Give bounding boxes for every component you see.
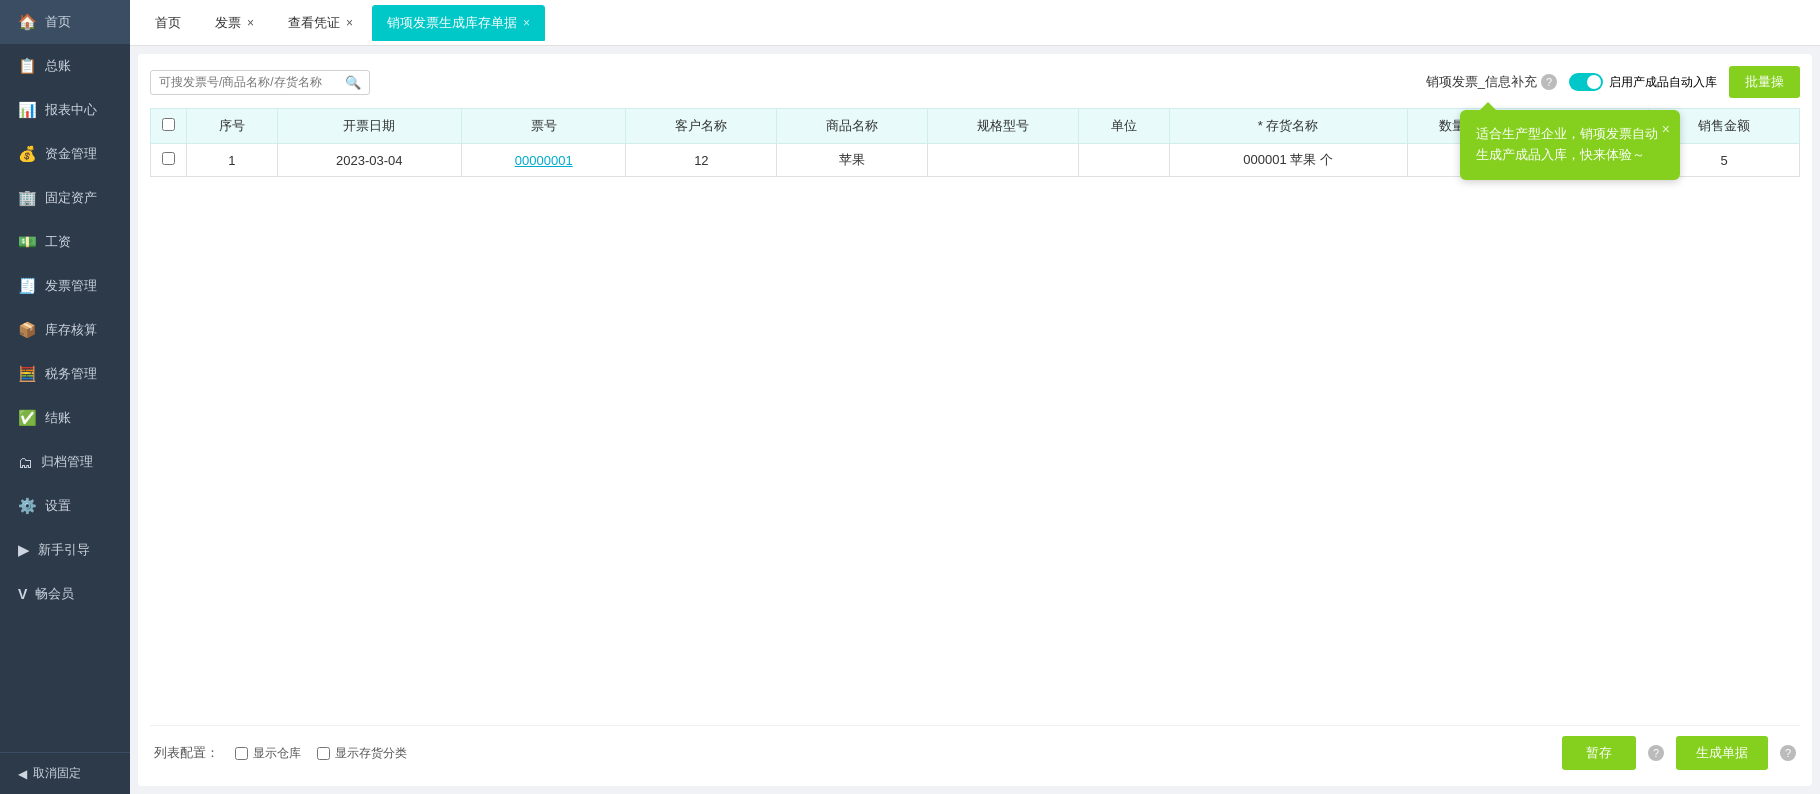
row-inventory[interactable]: 000001 苹果 个 bbox=[1169, 144, 1407, 177]
sidebar-item-fixed-assets[interactable]: 🏢 固定资产 bbox=[0, 176, 130, 220]
row-spec bbox=[928, 144, 1079, 177]
toggle-wrap: 启用产成品自动入库 bbox=[1569, 73, 1717, 91]
bottom-bar: 列表配置： 显示仓库 显示存货分类 暂存 ? 生成单据 ? bbox=[150, 725, 1800, 774]
home-icon: 🏠 bbox=[18, 13, 37, 31]
member-icon: V bbox=[18, 586, 27, 602]
table-wrap: 序号 开票日期 票号 客户名称 商品名称 规格型号 单位 * 存货名称 数量 销… bbox=[150, 108, 1800, 717]
tab-home[interactable]: 首页 bbox=[140, 5, 196, 41]
row-checkbox-cell bbox=[151, 144, 187, 177]
header-unit: 单位 bbox=[1079, 109, 1170, 144]
row-date: 2023-03-04 bbox=[277, 144, 462, 177]
sidebar-bottom: ◀ 取消固定 bbox=[0, 752, 130, 794]
toolbar: 🔍 销项发票_信息补充 ? 启用产成品自动入库 批量操 bbox=[150, 66, 1800, 98]
archive-icon: 🗂 bbox=[18, 454, 33, 471]
fixed-assets-icon: 🏢 bbox=[18, 189, 37, 207]
cancel-fixed-button[interactable]: ◀ 取消固定 bbox=[0, 753, 130, 794]
generate-help-icon[interactable]: ? bbox=[1780, 745, 1796, 761]
cancel-fixed-icon: ◀ bbox=[18, 767, 27, 781]
sidebar-item-home[interactable]: 🏠 首页 bbox=[0, 0, 130, 44]
tab-generate-inventory[interactable]: 销项发票生成库存单据 × bbox=[372, 5, 545, 41]
search-icon: 🔍 bbox=[345, 75, 361, 90]
tab-invoice-close[interactable]: × bbox=[247, 16, 254, 30]
sidebar-item-archive[interactable]: 🗂 归档管理 bbox=[0, 440, 130, 484]
reports-icon: 📊 bbox=[18, 101, 37, 119]
header-date: 开票日期 bbox=[277, 109, 462, 144]
tooltip-close-icon[interactable]: × bbox=[1662, 118, 1670, 140]
header-spec: 规格型号 bbox=[928, 109, 1079, 144]
guide-icon: ▶ bbox=[18, 541, 30, 559]
bottom-actions: 暂存 ? 生成单据 ? bbox=[1562, 736, 1796, 770]
search-input[interactable] bbox=[159, 75, 345, 89]
show-warehouse-check[interactable]: 显示仓库 bbox=[235, 745, 301, 762]
save-button[interactable]: 暂存 bbox=[1562, 736, 1636, 770]
sidebar-item-guide[interactable]: ▶ 新手引导 bbox=[0, 528, 130, 572]
payroll-icon: 💵 bbox=[18, 233, 37, 251]
tab-voucher-close[interactable]: × bbox=[346, 16, 353, 30]
tab-bar: 首页 发票 × 查看凭证 × 销项发票生成库存单据 × bbox=[130, 0, 1820, 46]
info-label: 销项发票_信息补充 ? bbox=[1426, 73, 1557, 91]
sidebar-item-member[interactable]: V 畅会员 bbox=[0, 572, 130, 616]
sidebar-item-reports[interactable]: 📊 报表中心 bbox=[0, 88, 130, 132]
inventory-icon: 📦 bbox=[18, 321, 37, 339]
tooltip-popup: × 适合生产型企业，销项发票自动生成产成品入库，快来体验～ bbox=[1460, 110, 1680, 180]
invoice-icon: 🧾 bbox=[18, 277, 37, 295]
search-box[interactable]: 🔍 bbox=[150, 70, 370, 95]
select-all-checkbox[interactable] bbox=[162, 118, 175, 131]
settings-icon: ⚙️ bbox=[18, 497, 37, 515]
show-category-checkbox[interactable] bbox=[317, 747, 330, 760]
header-seq: 序号 bbox=[187, 109, 278, 144]
sidebar-item-settings[interactable]: ⚙️ 设置 bbox=[0, 484, 130, 528]
row-ticket-no[interactable]: 00000001 bbox=[462, 144, 626, 177]
header-ticket-no: 票号 bbox=[462, 109, 626, 144]
sidebar-item-tax[interactable]: 🧮 税务管理 bbox=[0, 352, 130, 396]
tab-generate-inventory-close[interactable]: × bbox=[523, 16, 530, 30]
show-warehouse-checkbox[interactable] bbox=[235, 747, 248, 760]
tax-icon: 🧮 bbox=[18, 365, 37, 383]
tab-voucher[interactable]: 查看凭证 × bbox=[273, 5, 368, 41]
batch-button[interactable]: 批量操 bbox=[1729, 66, 1800, 98]
header-inventory: * 存货名称 bbox=[1169, 109, 1407, 144]
close-account-icon: ✅ bbox=[18, 409, 37, 427]
ledger-icon: 📋 bbox=[18, 57, 37, 75]
sidebar-item-ledger[interactable]: 📋 总账 bbox=[0, 44, 130, 88]
sidebar-item-payroll[interactable]: 💵 工资 bbox=[0, 220, 130, 264]
toolbar-right: 销项发票_信息补充 ? 启用产成品自动入库 批量操 bbox=[1426, 66, 1800, 98]
save-help-icon[interactable]: ? bbox=[1648, 745, 1664, 761]
header-product: 商品名称 bbox=[777, 109, 928, 144]
row-seq: 1 bbox=[187, 144, 278, 177]
header-checkbox-cell bbox=[151, 109, 187, 144]
show-category-check[interactable]: 显示存货分类 bbox=[317, 745, 407, 762]
sidebar: 🏠 首页 📋 总账 📊 报表中心 💰 资金管理 🏢 固定资产 💵 工资 🧾 发票… bbox=[0, 0, 130, 794]
generate-button[interactable]: 生成单据 bbox=[1676, 736, 1768, 770]
row-product: 苹果 bbox=[777, 144, 928, 177]
tab-invoice[interactable]: 发票 × bbox=[200, 5, 269, 41]
header-customer: 客户名称 bbox=[626, 109, 777, 144]
list-config-label: 列表配置： bbox=[154, 744, 219, 762]
sidebar-item-close[interactable]: ✅ 结账 bbox=[0, 396, 130, 440]
row-customer: 12 bbox=[626, 144, 777, 177]
row-unit bbox=[1079, 144, 1170, 177]
sidebar-item-funds[interactable]: 💰 资金管理 bbox=[0, 132, 130, 176]
auto-warehouse-toggle[interactable] bbox=[1569, 73, 1603, 91]
sidebar-item-invoice[interactable]: 🧾 发票管理 bbox=[0, 264, 130, 308]
row-checkbox[interactable] bbox=[162, 152, 175, 165]
info-help-icon[interactable]: ? bbox=[1541, 74, 1557, 90]
funds-icon: 💰 bbox=[18, 145, 37, 163]
sidebar-item-inventory[interactable]: 📦 库存核算 bbox=[0, 308, 130, 352]
